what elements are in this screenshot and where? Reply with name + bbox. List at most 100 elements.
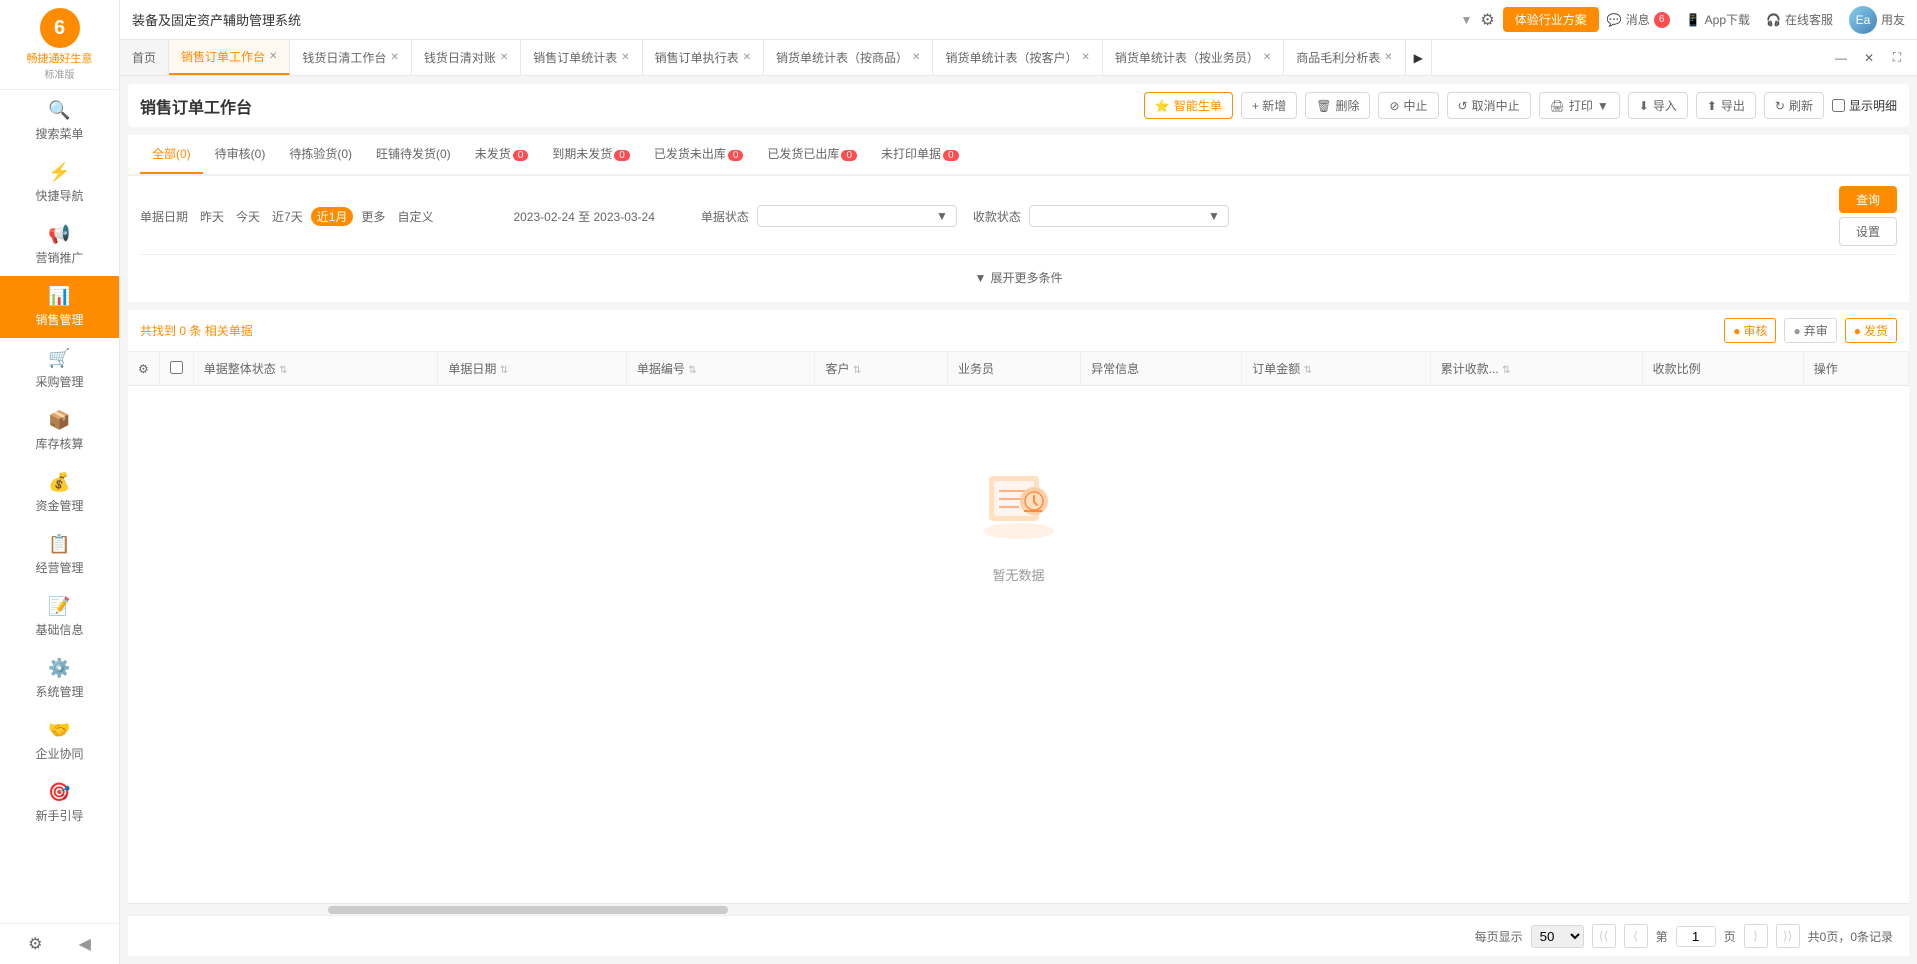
- table-col-settings[interactable]: ⚙: [128, 352, 159, 386]
- tab-close-icon[interactable]: ✕: [621, 52, 629, 63]
- tab-close-icon[interactable]: ✕: [912, 52, 920, 63]
- filter-tab-wangpu[interactable]: 旺铺待发货(0): [364, 135, 463, 174]
- sidebar-item-operations[interactable]: 📋 经营管理: [0, 524, 119, 586]
- tab-close-icon[interactable]: ✕: [743, 52, 751, 63]
- filter-tab-all[interactable]: 全部(0): [140, 135, 203, 174]
- tab-sales-summary-customer[interactable]: 销货单统计表（按客户） ✕: [933, 40, 1102, 75]
- shortcut-7days[interactable]: 近7天: [268, 207, 307, 226]
- first-page-btn[interactable]: ⟨⟨: [1592, 924, 1616, 948]
- tab-maximize-btn[interactable]: ⛶: [1885, 46, 1909, 70]
- shortcut-today[interactable]: 今天: [232, 207, 264, 226]
- sort-icon[interactable]: ⇅: [279, 365, 287, 376]
- sidebar-item-purchase[interactable]: 🛒 采购管理: [0, 338, 119, 400]
- sidebar-item-base-info[interactable]: 📝 基础信息: [0, 586, 119, 648]
- prev-page-btn[interactable]: ⟨: [1624, 924, 1648, 948]
- sort-icon[interactable]: ⇅: [853, 365, 861, 376]
- add-btn[interactable]: + 新增: [1241, 92, 1297, 119]
- tab-close-icon[interactable]: ✕: [1081, 52, 1089, 63]
- sidebar-item-inventory[interactable]: 📦 库存核算: [0, 400, 119, 462]
- online-service-btn[interactable]: 🎧 在线客服: [1766, 11, 1833, 28]
- shortcut-custom[interactable]: 自定义: [393, 207, 437, 226]
- table-col-customer: 客户 ⇅: [815, 352, 948, 386]
- tab-cash-account[interactable]: 钱货日清对账 ✕: [412, 40, 521, 75]
- collapse-icon[interactable]: ◀: [79, 934, 91, 954]
- refresh-btn[interactable]: ↻ 刷新: [1764, 92, 1824, 119]
- next-page-btn[interactable]: ⟩: [1744, 924, 1768, 948]
- export-btn[interactable]: ⬆ 导出: [1696, 92, 1756, 119]
- user-area[interactable]: Ea 用友: [1849, 6, 1905, 34]
- show-details-toggle[interactable]: 显示明细: [1832, 97, 1897, 114]
- tab-sales-stats-label: 销售订单统计表: [533, 49, 617, 66]
- import-btn[interactable]: ⬇ 导入: [1628, 92, 1688, 119]
- cancel-review-btn[interactable]: ● 弃审: [1784, 318, 1836, 343]
- table-scroll[interactable]: ⚙ 单据整体状态 ⇅ 单据日期 ⇅: [128, 352, 1909, 903]
- filter-tab-pending-inspection[interactable]: 待拣验货(0): [277, 135, 364, 174]
- dropdown-arrow-icon[interactable]: ▼: [1460, 13, 1472, 27]
- sidebar-item-system[interactable]: ⚙️ 系统管理: [0, 648, 119, 710]
- tab-margin-analysis[interactable]: 商品毛利分析表 ✕: [1284, 40, 1405, 75]
- tab-close-icon[interactable]: ✕: [390, 52, 398, 63]
- tab-close-icon[interactable]: ✕: [500, 52, 508, 63]
- topbar-settings-icon[interactable]: ⚙: [1480, 10, 1494, 30]
- settings-icon[interactable]: ⚙: [138, 362, 149, 376]
- sidebar-item-finance[interactable]: 💰 资金管理: [0, 462, 119, 524]
- scroll-thumb[interactable]: [328, 906, 728, 914]
- tab-close-icon[interactable]: ✕: [269, 51, 277, 62]
- last-page-btn[interactable]: ⟩⟩: [1776, 924, 1800, 948]
- tab-sales-summary-product[interactable]: 销货单统计表（按商品） ✕: [764, 40, 933, 75]
- show-details-checkbox[interactable]: [1832, 99, 1845, 112]
- sidebar-item-search[interactable]: 🔍 搜索菜单: [0, 90, 119, 152]
- filter-tab-shipped-not-out[interactable]: 已发货未出库0: [642, 135, 756, 174]
- shortcut-yesterday[interactable]: 昨天: [196, 207, 228, 226]
- expand-conditions-btn[interactable]: ▼ 展开更多条件: [140, 263, 1897, 292]
- delete-btn[interactable]: 🗑 删除: [1305, 92, 1370, 119]
- experience-btn[interactable]: 体验行业方案: [1503, 7, 1599, 32]
- sort-icon[interactable]: ⇅: [500, 365, 508, 376]
- select-all-checkbox[interactable]: [170, 361, 183, 374]
- tab-minimize-btn[interactable]: —: [1829, 46, 1853, 70]
- sidebar-item-quick-nav[interactable]: ⚡ 快捷导航: [0, 152, 119, 214]
- page-input[interactable]: 1: [1676, 926, 1716, 947]
- shortcut-more[interactable]: 更多: [357, 207, 389, 226]
- tab-close-icon[interactable]: ✕: [1384, 52, 1392, 63]
- shortcut-1month[interactable]: 近1月: [311, 207, 354, 226]
- tab-close-icon[interactable]: ✕: [1263, 52, 1271, 63]
- sidebar-item-sales[interactable]: 📊 销售管理: [0, 276, 119, 338]
- sort-icon[interactable]: ⇅: [1304, 365, 1312, 376]
- stop-btn[interactable]: ⊘ 中止: [1378, 92, 1438, 119]
- message-btn[interactable]: 💬 消息 6: [1607, 11, 1670, 28]
- tab-sales-workbench[interactable]: 销售订单工作台 ✕: [169, 40, 290, 75]
- sidebar-item-guide[interactable]: 🎯 新手引导: [0, 772, 119, 834]
- query-btn[interactable]: 查询: [1839, 186, 1897, 213]
- sort-icon[interactable]: ⇅: [1502, 365, 1510, 376]
- filter-tab-shipped-out[interactable]: 已发货已出库0: [755, 135, 869, 174]
- smart-create-btn[interactable]: ⭐ 智能生单: [1144, 92, 1233, 119]
- ship-btn[interactable]: ● 发货: [1845, 318, 1897, 343]
- page-size-select[interactable]: 50 10 20 100: [1531, 925, 1584, 948]
- review-btn[interactable]: ● 审核: [1724, 318, 1776, 343]
- tab-label: 销货单统计表（按客户）: [945, 49, 1077, 66]
- tab-sales-exec[interactable]: 销售订单执行表 ✕: [643, 40, 764, 75]
- filter-tab-pending-review[interactable]: 待审核(0): [203, 135, 278, 174]
- cancel-stop-btn[interactable]: ↺ 取消中止: [1447, 92, 1531, 119]
- filter-tab-expired[interactable]: 到期未发货0: [540, 135, 642, 174]
- tab-close-all-btn[interactable]: ✕: [1857, 46, 1881, 70]
- sidebar-item-enterprise[interactable]: 🤝 企业协同: [0, 710, 119, 772]
- sort-icon[interactable]: ⇅: [688, 365, 696, 376]
- filter-tab-not-printed[interactable]: 未打印单据0: [869, 135, 971, 174]
- tab-cash-daily[interactable]: 钱货日清工作台 ✕: [290, 40, 411, 75]
- tab-more-btn[interactable]: ▶: [1406, 40, 1432, 75]
- status-select[interactable]: ▼: [757, 205, 957, 227]
- horizontal-scrollbar[interactable]: [128, 903, 1909, 915]
- app-download-btn[interactable]: 📱 App下载: [1686, 11, 1750, 28]
- filter-tab-not-shipped[interactable]: 未发货0: [463, 135, 541, 174]
- tab-home[interactable]: 首页: [120, 40, 169, 75]
- table-col-checkbox[interactable]: [159, 352, 193, 386]
- tab-sales-stats[interactable]: 销售订单统计表 ✕: [521, 40, 642, 75]
- set-btn[interactable]: 设置: [1839, 217, 1897, 246]
- payment-select[interactable]: ▼: [1029, 205, 1229, 227]
- print-btn[interactable]: 🖨 打印 ▼: [1539, 92, 1620, 119]
- tab-sales-summary-staff[interactable]: 销货单统计表（按业务员） ✕: [1103, 40, 1284, 75]
- sidebar-item-marketing[interactable]: 📢 营销推广: [0, 214, 119, 276]
- settings-icon[interactable]: ⚙: [28, 934, 42, 954]
